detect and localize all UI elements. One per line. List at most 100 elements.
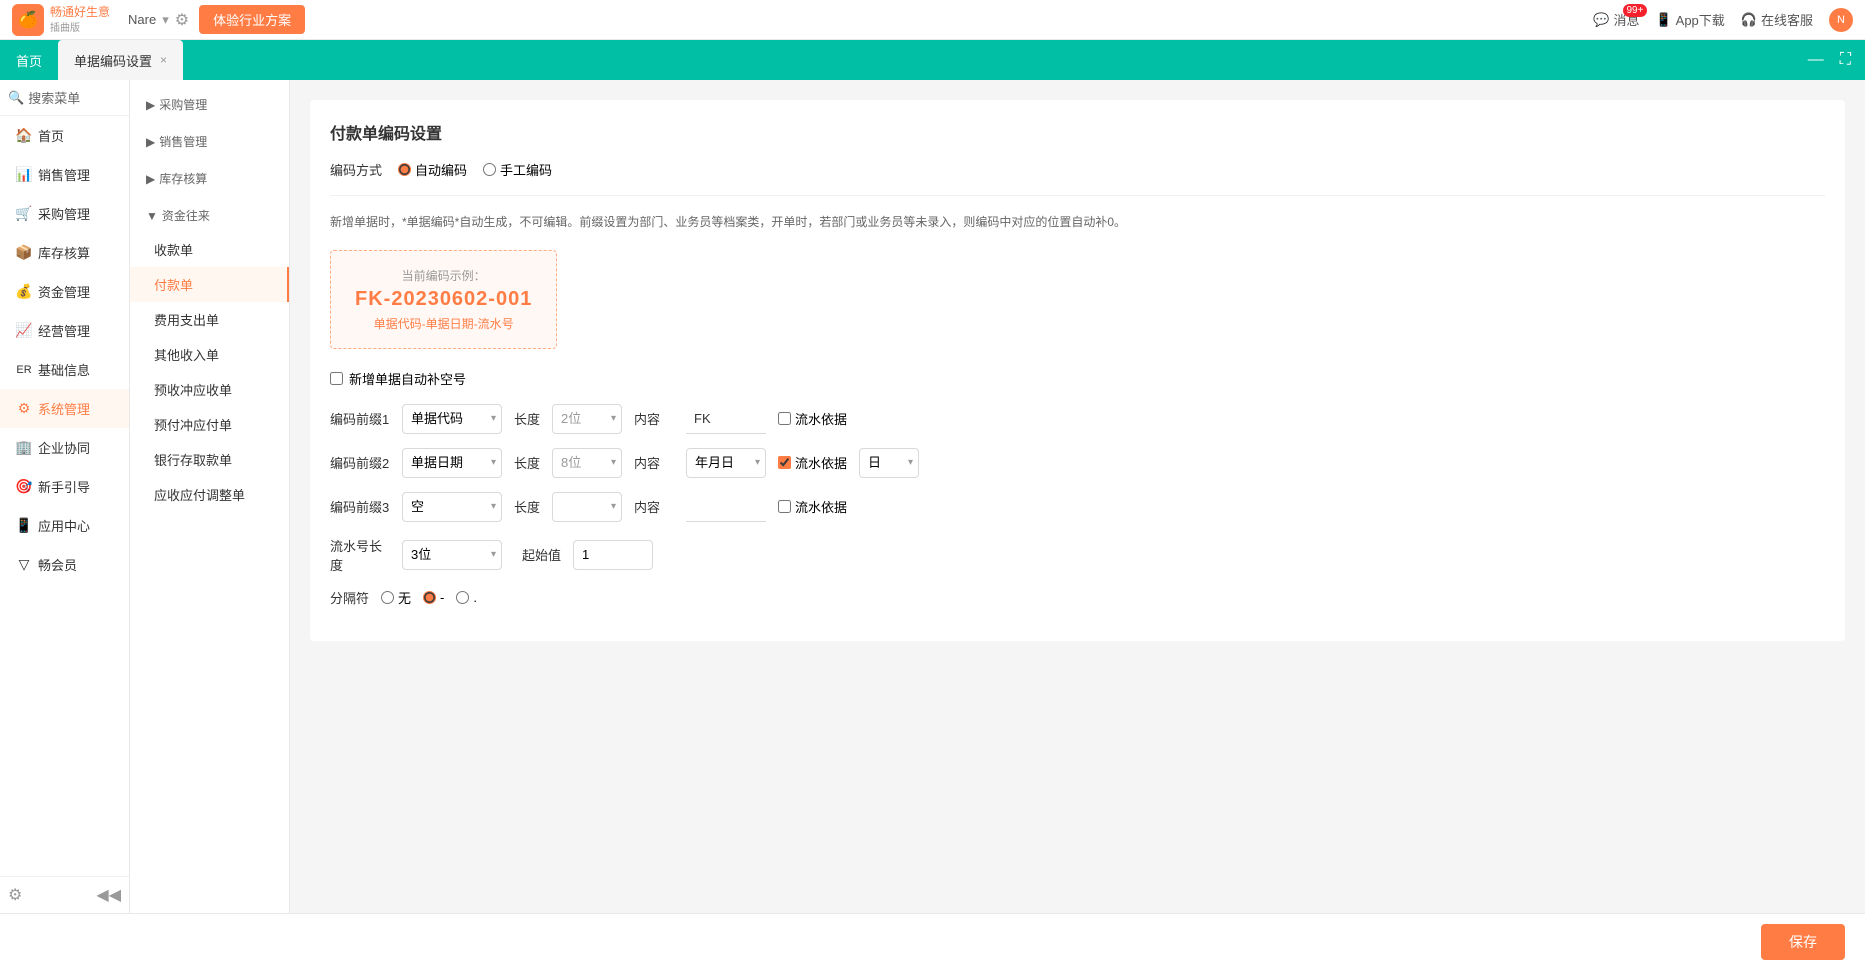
prefix1-row: 编码前缀1 单据代码 ▾ 长度 2位 ▾ 内容 [330,404,1825,434]
tab-close-icon[interactable]: × [160,53,167,67]
serial-length-label: 流水号长度 [330,536,390,574]
sidebar-item-member[interactable]: ▽ 畅会员 [0,545,129,584]
inventory-icon: 📦 [16,245,32,261]
separator-row: 分隔符 无 - . [330,588,1825,607]
tab-encoding-settings[interactable]: 单据编码设置 × [58,40,183,80]
sep-none-radio[interactable] [381,591,394,604]
serial-length-select[interactable]: 3位 [402,540,502,570]
sub-group-arrow-capital: ▼ [146,209,158,223]
tab-home[interactable]: 首页 [0,40,58,80]
sub-item-payment[interactable]: 付款单 [130,267,289,302]
window-maximize-btn[interactable]: ⛶ [1834,51,1857,69]
sub-group-capital-title[interactable]: ▼ 资金往来 [130,199,289,232]
avatar: N [1829,8,1853,32]
message-btn[interactable]: 💬 消息 99+ [1593,10,1639,29]
sidebar-settings-icon[interactable]: ⚙ [8,885,22,905]
prefix2-length-label: 长度 [514,453,540,472]
sub-group-arrow-inventory: ▶ [146,172,155,186]
logo-icon: 🍊 [12,4,44,36]
sidebar-search[interactable]: 🔍 搜索菜单 [0,80,129,116]
prefix1-length-select[interactable]: 2位 [552,404,622,434]
prefix1-watermark-checkbox[interactable] [778,412,791,425]
hint-text: 新增单据时，*单据编码*自动生成，不可编辑。前缀设置为部门、业务员等档案类，开单… [330,212,1825,234]
page-title: 付款单编码设置 [330,120,1825,144]
prefix3-content-input [686,492,766,522]
settings-icon[interactable]: ⚙ [175,10,189,30]
app-download-btn[interactable]: 📱 App下载 [1655,10,1724,29]
sidebar-item-finance[interactable]: 💰 资金管理 [0,272,129,311]
sidebar-item-guide[interactable]: 🎯 新手引导 [0,467,129,506]
serial-length-wrapper: 3位 ▾ [402,540,502,570]
prefix3-watermark-checkbox[interactable] [778,500,791,513]
prefix1-select[interactable]: 单据代码 [402,404,502,434]
sub-group-sales-title[interactable]: ▶ 销售管理 [130,125,289,158]
top-bar: 🍊 畅通好生意 插曲版 Nare ▾ ⚙ 体验行业方案 💬 消息 99+ 📱 A… [0,0,1865,40]
company-dropdown-icon[interactable]: ▾ [162,12,169,28]
save-button[interactable]: 保存 [1761,924,1845,960]
search-icon: 🔍 [8,90,24,106]
sub-item-pre-receive[interactable]: 预收冲应收单 [130,372,289,407]
sidebar-item-operation[interactable]: 📈 经营管理 [0,311,129,350]
sidebar-item-home[interactable]: 🏠 首页 [0,116,129,155]
manual-encoding-option[interactable]: 手工编码 [483,160,552,179]
service-icon: 🎧 [1741,12,1757,28]
preview-desc: 单据代码-单据日期-流水号 [355,315,532,332]
prefix2-unit-select[interactable]: 日 [859,448,919,478]
prefix3-select[interactable]: 空 [402,492,502,522]
sidebar-item-inventory[interactable]: 📦 库存核算 [0,233,129,272]
prefix2-watermark-check: 流水依据 [778,453,847,472]
sep-hyphen-option[interactable]: - [423,590,444,605]
sub-group-sales: ▶ 销售管理 [130,125,289,158]
content-area: 付款单编码设置 编码方式 自动编码 手工编码 新增单据时，*单据编码*自动生成，… [290,80,1865,913]
prefix3-label: 编码前缀3 [330,497,390,516]
sidebar-collapse-icon[interactable]: ◀◀ [96,885,121,905]
sidebar-item-system[interactable]: ⚙ 系统管理 [0,389,129,428]
serial-row: 流水号长度 3位 ▾ 起始值 [330,536,1825,574]
sidebar-item-collab[interactable]: 🏢 企业协同 [0,428,129,467]
auto-fill-label: 新增单据自动补空号 [349,369,466,388]
auto-fill-checkbox[interactable] [330,372,343,385]
prefix2-watermark-checkbox[interactable] [778,456,791,469]
prefix1-watermark-label: 流水依据 [795,409,847,428]
industry-btn[interactable]: 体验行业方案 [199,5,305,34]
user-avatar[interactable]: N [1829,8,1853,32]
sep-hyphen-radio[interactable] [423,591,436,604]
sub-group-inventory-title[interactable]: ▶ 库存核算 [130,162,289,195]
sidebar-item-base[interactable]: ER 基础信息 [0,350,129,389]
prefix2-content-label: 内容 [634,453,674,472]
sep-none-option[interactable]: 无 [381,588,411,607]
main-layout: 🔍 搜索菜单 🏠 首页 📊 销售管理 🛒 采购管理 📦 库存核算 💰 资金管理 … [0,80,1865,913]
sub-group-capital: ▼ 资金往来 收款单 付款单 费用支出单 其他收入单 预收冲应收单 预付冲应付单… [130,199,289,512]
sub-item-ar-ap[interactable]: 应收应付调整单 [130,477,289,512]
member-icon: ▽ [16,557,32,573]
guide-icon: 🎯 [16,479,32,495]
prefix3-content-label: 内容 [634,497,674,516]
prefix2-label: 编码前缀2 [330,453,390,472]
serial-start-input[interactable] [573,540,653,570]
sep-dot-option[interactable]: . [456,590,477,605]
sub-item-expense[interactable]: 费用支出单 [130,302,289,337]
sidebar-item-purchase[interactable]: 🛒 采购管理 [0,194,129,233]
sub-item-receipt[interactable]: 收款单 [130,232,289,267]
sep-dot-radio[interactable] [456,591,469,604]
prefix2-length-select[interactable]: 8位 [552,448,622,478]
window-minimize-btn[interactable]: — [1802,51,1830,69]
encoding-method-label: 编码方式 [330,160,382,179]
company-selector[interactable]: Nare [128,12,156,27]
service-btn[interactable]: 🎧 在线客服 [1741,10,1813,29]
prefix3-length-select[interactable] [552,492,622,522]
prefix2-content-select[interactable]: 年月日 [686,448,766,478]
prefix3-row: 编码前缀3 空 ▾ 长度 ▾ 内容 流水 [330,492,1825,522]
manual-encoding-radio[interactable] [483,163,496,176]
sub-item-pre-pay[interactable]: 预付冲应付单 [130,407,289,442]
sidebar-item-sales[interactable]: 📊 销售管理 [0,155,129,194]
message-icon: 💬 [1593,12,1609,28]
prefix2-select[interactable]: 单据日期 [402,448,502,478]
auto-encoding-option[interactable]: 自动编码 [398,160,467,179]
sub-item-bank[interactable]: 银行存取款单 [130,442,289,477]
sub-group-purchase-title[interactable]: ▶ 采购管理 [130,88,289,121]
sidebar-item-apps[interactable]: 📱 应用中心 [0,506,129,545]
auto-encoding-radio[interactable] [398,163,411,176]
sub-item-other-income[interactable]: 其他收入单 [130,337,289,372]
sales-icon: 📊 [16,167,32,183]
